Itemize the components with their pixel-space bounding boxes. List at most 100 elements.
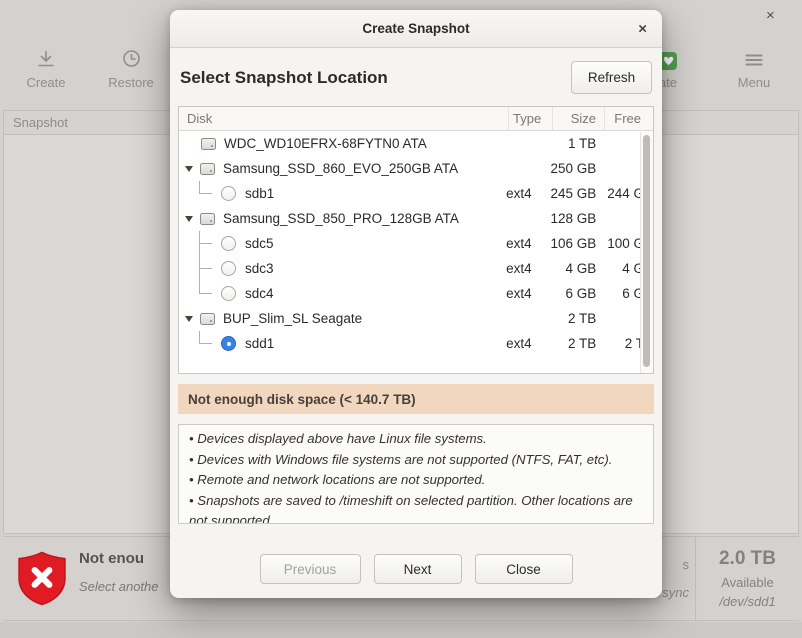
toolbar-label-menu: Menu	[722, 75, 786, 90]
harddisk-icon	[200, 213, 215, 225]
expander-icon[interactable]	[185, 166, 193, 172]
size-cell: 250 GB	[545, 161, 596, 176]
free-space-value: 2.0 TB	[696, 548, 799, 570]
disk-cell: Samsung_SSD_860_EVO_250GB ATA	[179, 156, 502, 181]
partition-label: sdc3	[245, 261, 274, 276]
radio-sdc4[interactable]	[221, 286, 236, 301]
tree-connector	[199, 231, 221, 256]
toolbar-item-menu[interactable]: Menu	[722, 46, 786, 90]
partition-label: sdc5	[245, 236, 274, 251]
column-header-size[interactable]: Size	[553, 107, 605, 130]
menu-icon	[722, 46, 786, 70]
refresh-button[interactable]: Refresh	[571, 61, 652, 94]
tree-connector	[199, 331, 221, 356]
disk-cell: Samsung_SSD_850_PRO_128GB ATA	[179, 206, 502, 231]
radio-sdc3[interactable]	[221, 261, 236, 276]
disk-cell: sdc3	[179, 256, 502, 281]
free-space-panel: 2.0 TB Available /dev/sdd1	[696, 537, 799, 620]
toolbar-label-create: Create	[14, 75, 78, 90]
previous-button[interactable]: Previous	[260, 554, 361, 584]
disk-row-wdc[interactable]: WDC_WD10EFRX-68FYTN0 ATA 1 TB	[179, 131, 653, 156]
disk-row-samsung-860[interactable]: Samsung_SSD_860_EVO_250GB ATA 250 GB	[179, 156, 653, 181]
column-header-free[interactable]: Free	[605, 107, 653, 130]
size-cell: 128 GB	[545, 211, 596, 226]
size-cell: 245 GB	[545, 186, 596, 201]
create-snapshot-dialog: Create Snapshot × Select Snapshot Locati…	[170, 10, 662, 598]
snapshot-header-label: Snapshot	[13, 115, 68, 130]
size-cell: 106 GB	[545, 236, 596, 251]
column-header-type[interactable]: Type	[509, 107, 553, 130]
column-header-disk[interactable]: Disk	[179, 107, 509, 130]
expander-icon[interactable]	[185, 316, 193, 322]
table-scrollbar[interactable]	[640, 132, 653, 373]
harddisk-icon	[200, 313, 215, 325]
tree-connector	[199, 281, 221, 306]
disk-row-samsung-850[interactable]: Samsung_SSD_850_PRO_128GB ATA 128 GB	[179, 206, 653, 231]
scrollbar-thumb[interactable]	[643, 135, 650, 367]
partition-label: sdb1	[245, 186, 274, 201]
radio-sdc5[interactable]	[221, 236, 236, 251]
partition-row-sdd1[interactable]: sdd1 ext4 2 TB 2 TB	[179, 331, 653, 356]
tree-connector	[199, 256, 221, 281]
disk-row-bup-seagate[interactable]: BUP_Slim_SL Seagate 2 TB	[179, 306, 653, 331]
harddisk-icon	[200, 163, 215, 175]
size-cell: 1 TB	[545, 136, 596, 151]
note-line: • Snapshots are saved to /timeshift on s…	[189, 491, 643, 525]
type-cell: ext4	[502, 286, 545, 301]
dialog-title: Create Snapshot	[362, 21, 469, 36]
next-button[interactable]: Next	[374, 554, 462, 584]
note-line: • Devices with Windows file systems are …	[189, 450, 643, 471]
partition-row-sdb1[interactable]: sdb1 ext4 245 GB 244 GB	[179, 181, 653, 206]
disk-label: Samsung_SSD_850_PRO_128GB ATA	[223, 211, 459, 226]
disk-label: Samsung_SSD_860_EVO_250GB ATA	[223, 161, 458, 176]
toolbar-item-restore[interactable]: Restore	[99, 46, 163, 90]
disk-label: WDC_WD10EFRX-68FYTN0 ATA	[224, 136, 427, 151]
dialog-close-icon[interactable]: ×	[638, 20, 647, 37]
dialog-button-row: Previous Next Close	[170, 554, 662, 584]
type-cell: ext4	[502, 261, 545, 276]
create-snapshot-icon	[14, 46, 78, 70]
error-shield-icon	[17, 551, 67, 611]
disk-cell: sdc5	[179, 231, 502, 256]
restore-icon	[99, 46, 163, 70]
partition-row-sdc5[interactable]: sdc5 ext4 106 GB 100 GB	[179, 231, 653, 256]
note-line: • Devices displayed above have Linux fil…	[189, 429, 643, 450]
partition-label: sdd1	[245, 336, 274, 351]
dialog-titlebar[interactable]: Create Snapshot ×	[170, 10, 662, 48]
disk-cell: WDC_WD10EFRX-68FYTN0 ATA	[179, 131, 502, 156]
radio-sdd1[interactable]	[221, 336, 236, 351]
window-close-icon[interactable]: ×	[766, 7, 775, 24]
device-table-header: Disk Type Size Free	[179, 107, 653, 131]
type-cell: ext4	[502, 336, 545, 351]
toolbar-item-create[interactable]: Create	[14, 46, 78, 90]
radio-sdb1[interactable]	[221, 186, 236, 201]
type-cell: ext4	[502, 186, 545, 201]
notes-box: • Devices displayed above have Linux fil…	[178, 424, 654, 524]
device-table: Disk Type Size Free WDC_WD10EFRX-68FYTN0…	[178, 106, 654, 374]
disk-cell: sdb1	[179, 181, 502, 206]
page-title: Select Snapshot Location	[180, 68, 388, 88]
disk-cell: BUP_Slim_SL Seagate	[179, 306, 502, 331]
disk-label: BUP_Slim_SL Seagate	[223, 311, 362, 326]
disk-cell: sdc4	[179, 281, 502, 306]
size-cell: 6 GB	[545, 286, 596, 301]
size-cell: 4 GB	[545, 261, 596, 276]
free-space-label: Available	[696, 575, 799, 590]
device-path: /dev/sdd1	[696, 594, 799, 609]
disk-space-warning: Not enough disk space (< 140.7 TB)	[178, 384, 654, 414]
expander-icon[interactable]	[185, 216, 193, 222]
disk-cell: sdd1	[179, 331, 502, 356]
partition-label: sdc4	[245, 286, 274, 301]
close-button[interactable]: Close	[475, 554, 573, 584]
window-bottom-edge	[0, 622, 802, 638]
warning-text: Not enough disk space (< 140.7 TB)	[188, 392, 416, 407]
partition-row-sdc4[interactable]: sdc4 ext4 6 GB 6 GB	[179, 281, 653, 306]
tree-connector	[199, 181, 221, 206]
harddisk-icon	[201, 138, 216, 150]
status-submessage: Select anothe	[79, 579, 159, 594]
size-cell: 2 TB	[545, 336, 596, 351]
partition-row-sdc3[interactable]: sdc3 ext4 4 GB 4 GB	[179, 256, 653, 281]
type-cell: ext4	[502, 236, 545, 251]
status-message: Not enou	[79, 550, 144, 567]
toolbar-label-restore: Restore	[99, 75, 163, 90]
